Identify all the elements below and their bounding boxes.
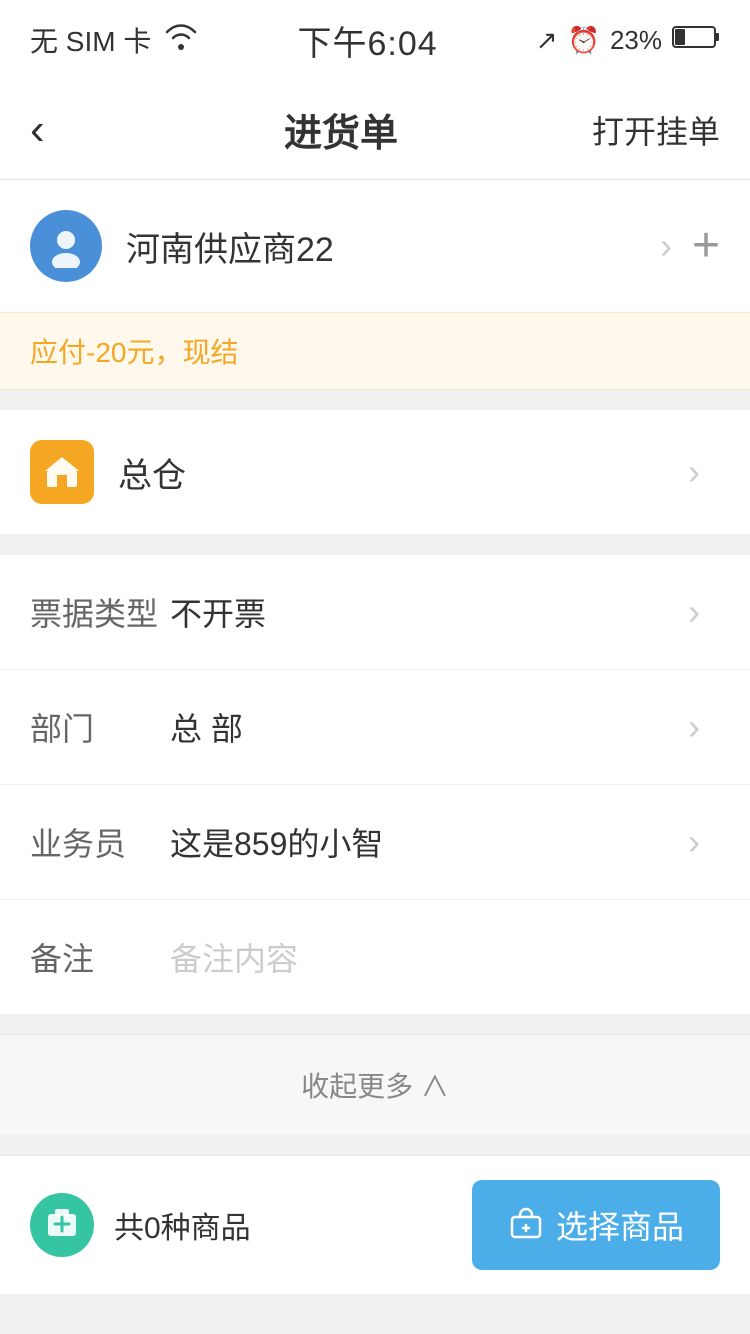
collapse-toggle[interactable]: 收起更多 ∧ bbox=[0, 1034, 750, 1135]
bottom-divider bbox=[0, 1135, 750, 1155]
bottom-bar: 共0种商品 选择商品 bbox=[0, 1155, 750, 1294]
add-supplier-button[interactable]: + bbox=[692, 222, 720, 270]
sales-chevron-icon: › bbox=[688, 821, 700, 863]
dept-chevron-icon: › bbox=[688, 706, 700, 748]
supplier-avatar bbox=[30, 210, 102, 282]
invoice-row[interactable]: 票据类型 不开票 › bbox=[0, 554, 750, 669]
sales-label: 业务员 bbox=[30, 819, 170, 865]
carrier-text: 无 SIM 卡 bbox=[30, 20, 151, 60]
supplier-row[interactable]: 河南供应商22 › + bbox=[0, 180, 750, 312]
wifi-icon bbox=[163, 22, 199, 58]
cart-icon bbox=[508, 1207, 544, 1243]
supplier-chevron-icon: › bbox=[660, 225, 672, 267]
status-left: 无 SIM 卡 bbox=[30, 20, 199, 60]
notice-bar: 应付-20元，现结 bbox=[0, 312, 750, 390]
warehouse-icon bbox=[30, 440, 94, 504]
sales-row[interactable]: 业务员 这是859的小智 › bbox=[0, 784, 750, 899]
remark-input[interactable]: 备注内容 bbox=[170, 934, 720, 980]
back-button[interactable]: ‹ bbox=[30, 105, 90, 155]
status-right: ↗ ⏰ 23% bbox=[536, 24, 720, 57]
dept-label: 部门 bbox=[30, 704, 170, 750]
supplier-card: 河南供应商22 › + 应付-20元，现结 bbox=[0, 180, 750, 390]
collapse-label: 收起更多 ∧ bbox=[301, 1071, 449, 1102]
supplier-name: 河南供应商22 bbox=[126, 222, 660, 271]
battery-text: 23% bbox=[610, 25, 662, 56]
select-product-button[interactable]: 选择商品 bbox=[472, 1180, 720, 1270]
remark-label: 备注 bbox=[30, 934, 170, 980]
form-card: 票据类型 不开票 › 部门 总 部 › 业务员 这是859的小智 › 备注 备注… bbox=[0, 554, 750, 1014]
invoice-label: 票据类型 bbox=[30, 589, 170, 635]
warehouse-row[interactable]: 总仓 › bbox=[0, 410, 750, 534]
nav-bar: ‹ 进货单 打开挂单 bbox=[0, 80, 750, 180]
status-bar: 无 SIM 卡 下午6:04 ↗ ⏰ 23% bbox=[0, 0, 750, 80]
warehouse-name: 总仓 bbox=[118, 448, 688, 497]
product-count: 共0种商品 bbox=[114, 1203, 472, 1247]
main-content: 河南供应商22 › + 应付-20元，现结 总仓 › 票据类型 不开票 › bbox=[0, 180, 750, 1294]
battery-icon bbox=[672, 24, 720, 57]
invoice-chevron-icon: › bbox=[688, 591, 700, 633]
page-title: 进货单 bbox=[284, 102, 398, 157]
invoice-value: 不开票 bbox=[170, 589, 688, 635]
select-product-label: 选择商品 bbox=[556, 1202, 684, 1248]
open-pending-button[interactable]: 打开挂单 bbox=[592, 107, 720, 153]
remark-row[interactable]: 备注 备注内容 bbox=[0, 899, 750, 1014]
warehouse-card: 总仓 › bbox=[0, 410, 750, 534]
location-icon: ↗ bbox=[536, 25, 558, 56]
dept-row[interactable]: 部门 总 部 › bbox=[0, 669, 750, 784]
sales-value: 这是859的小智 bbox=[170, 819, 688, 865]
notice-text: 应付-20元，现结 bbox=[30, 337, 238, 368]
status-time: 下午6:04 bbox=[297, 16, 437, 65]
warehouse-chevron-icon: › bbox=[688, 451, 700, 493]
alarm-icon: ⏰ bbox=[568, 25, 600, 56]
product-icon bbox=[30, 1193, 94, 1257]
dept-value: 总 部 bbox=[170, 704, 688, 750]
